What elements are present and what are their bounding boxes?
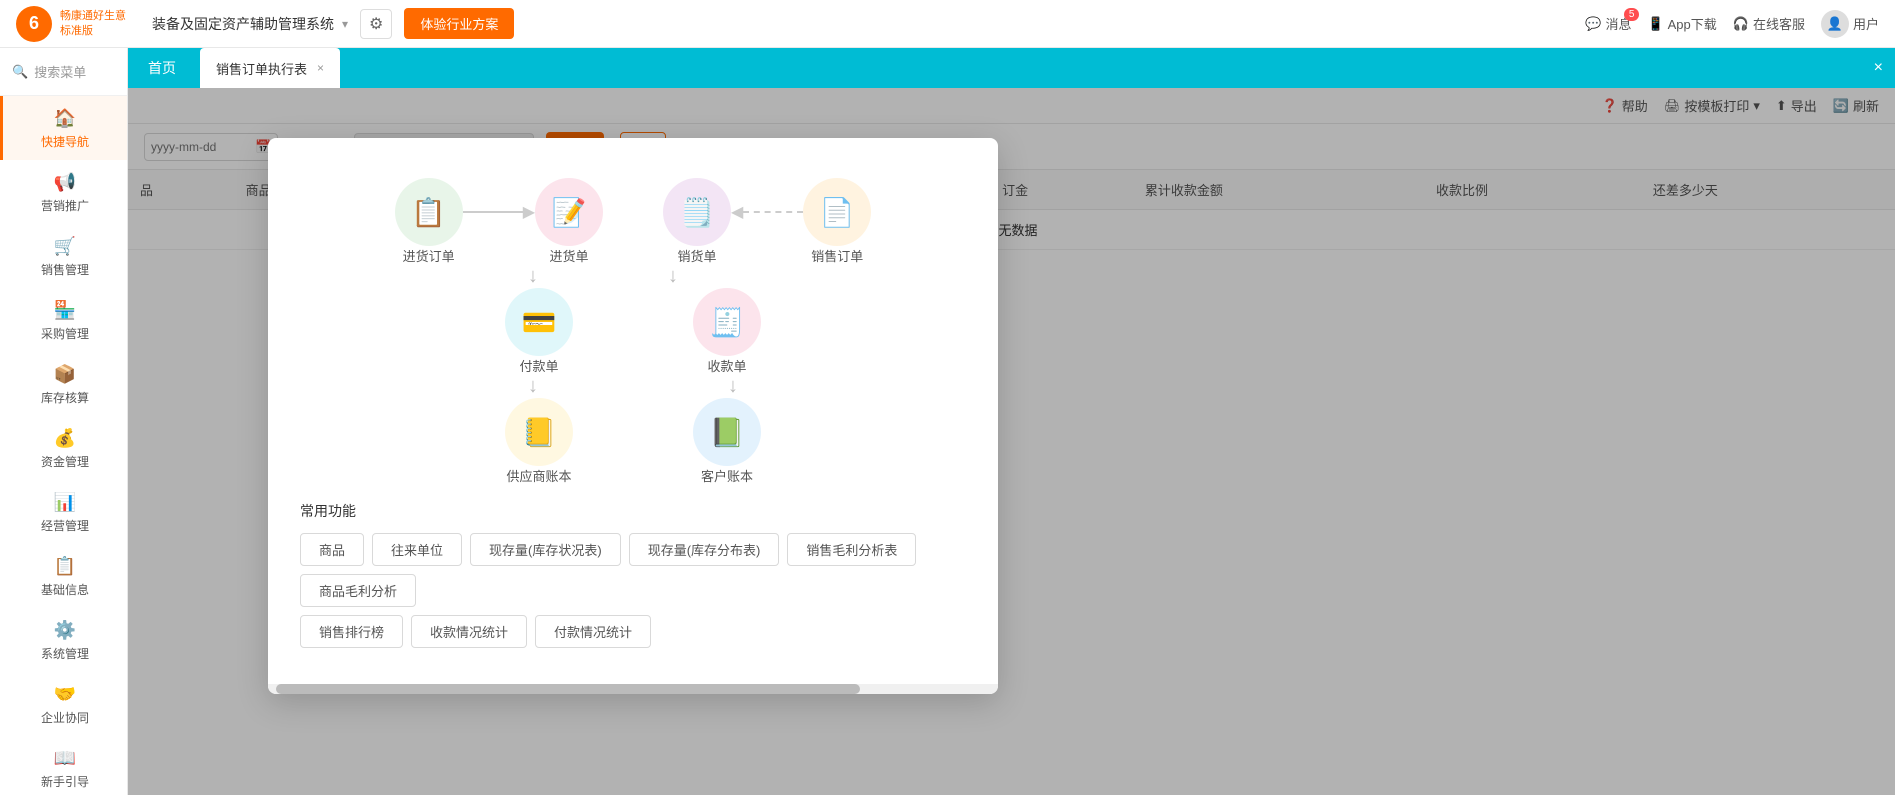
system-icon: ⚙️ <box>54 620 76 641</box>
purchase-bill-label: 进货单 <box>549 246 588 265</box>
sidebar-item-basic-info[interactable]: 📋 基础信息 <box>0 544 127 608</box>
tab-bar-close-btn[interactable]: × <box>1874 59 1883 77</box>
flow-col-sales-order: 📄 销售订单 <box>803 178 871 265</box>
sidebar-item-inventory[interactable]: 📦 库存核算 <box>0 352 127 416</box>
tab-sales-order-label: 销售订单执行表 <box>216 59 307 78</box>
main-area: 🔍 搜索菜单 🏠 快捷导航 📢 营销推广 🛒 销售管理 🏪 采购管理 <box>0 48 1895 795</box>
system-title: 装备及固定资产辅助管理系统 ▾ ⚙ <box>152 9 392 39</box>
common-btn-2[interactable]: 现存量(库存状况表) <box>470 533 621 566</box>
logo-text: 畅康通好生意 标准版 <box>60 9 126 38</box>
sidebar-item-finance[interactable]: 💰 资金管理 <box>0 416 127 480</box>
sales-order-circle[interactable]: 📄 <box>803 178 871 246</box>
search-icon: 🔍 <box>12 64 28 80</box>
home-icon: 🏠 <box>54 108 76 129</box>
purchase-bill-circle[interactable]: 📝 <box>535 178 603 246</box>
tab-close-btn[interactable]: × <box>317 61 324 75</box>
sidebar-item-guide[interactable]: 📖 新手引导 <box>0 736 127 795</box>
customer-account-circle[interactable]: 📗 <box>693 398 761 466</box>
sidebar-item-operations[interactable]: 📊 经营管理 <box>0 480 127 544</box>
sales-order-label: 销售订单 <box>811 246 863 265</box>
content-area: 首页 销售订单执行表 × × ❓ 帮助 � <box>128 48 1895 795</box>
modal-overlay: 📋 进货订单 ▶ 📝 <box>128 88 1895 795</box>
common-btn-1[interactable]: 往来单位 <box>372 533 462 566</box>
basic-info-icon: 📋 <box>54 556 76 577</box>
user-menu-btn[interactable]: 👤 用户 <box>1821 10 1879 38</box>
guide-icon: 📖 <box>54 748 76 769</box>
common-btn-3[interactable]: 现存量(库存分布表) <box>629 533 780 566</box>
flow-col-payment: 💳 付款单 <box>505 288 573 375</box>
flow-col-purchase-order: 📋 进货订单 <box>395 178 463 265</box>
common-btn-7[interactable]: 收款情况统计 <box>411 615 527 648</box>
common-section: 常用功能 商品 往来单位 现存量(库存状况表) 现存量(库存分布表) 销售毛利分… <box>300 501 966 664</box>
system-dropdown-btn[interactable]: ▾ <box>342 17 348 31</box>
sidebar-search[interactable]: 🔍 搜索菜单 <box>0 48 127 96</box>
modal-scrollbar-thumb <box>276 684 860 694</box>
supplier-account-circle[interactable]: 📒 <box>505 398 573 466</box>
sales-icon: 🛒 <box>54 236 76 257</box>
tab-sales-order[interactable]: 销售订单执行表 × <box>200 48 340 88</box>
sidebar: 🔍 搜索菜单 🏠 快捷导航 📢 营销推广 🛒 销售管理 🏪 采购管理 <box>0 48 128 795</box>
common-btns-row2: 销售排行榜 收款情况统计 付款情况统计 <box>300 615 966 648</box>
modal-scrollbar[interactable] <box>268 684 998 694</box>
marketing-icon: 📢 <box>54 172 76 193</box>
search-menu-btn[interactable]: 🔍 搜索菜单 <box>8 58 119 85</box>
tab-bar: 首页 销售订单执行表 × × <box>128 48 1895 88</box>
common-title: 常用功能 <box>300 501 966 521</box>
sidebar-item-enterprise[interactable]: 🤝 企业协同 <box>0 672 127 736</box>
message-btn[interactable]: 💬 消息 5 <box>1585 14 1631 33</box>
common-btns: 商品 往来单位 现存量(库存状况表) 现存量(库存分布表) 销售毛利分析表 商品… <box>300 533 966 607</box>
online-service-btn[interactable]: 🎧 在线客服 <box>1733 14 1805 33</box>
enterprise-icon: 🤝 <box>54 684 76 705</box>
app-download-btn[interactable]: 📱 App下载 <box>1647 14 1716 33</box>
common-btn-8[interactable]: 付款情况统计 <box>535 615 651 648</box>
top-bar: 6 畅康通好生意 标准版 装备及固定资产辅助管理系统 ▾ ⚙ 体验行业方案 💬 … <box>0 0 1895 48</box>
flow-col-purchase-bill: 📝 进货单 <box>535 178 603 265</box>
receipt-label: 收款单 <box>707 356 746 375</box>
common-btn-0[interactable]: 商品 <box>300 533 364 566</box>
finance-icon: 💰 <box>54 428 76 449</box>
payment-label: 付款单 <box>519 356 558 375</box>
top-right-area: 💬 消息 5 📱 App下载 🎧 在线客服 👤 用户 <box>1585 10 1879 38</box>
sidebar-item-marketing[interactable]: 📢 营销推广 <box>0 160 127 224</box>
purchase-order-circle[interactable]: 📋 <box>395 178 463 246</box>
tab-home[interactable]: 首页 <box>128 48 196 88</box>
flow-col-supplier-account: 📒 供应商账本 <box>505 398 573 485</box>
sidebar-item-system[interactable]: ⚙️ 系统管理 <box>0 608 127 672</box>
logo-area: 6 畅康通好生意 标准版 <box>16 6 144 42</box>
app-wrapper: 6 畅康通好生意 标准版 装备及固定资产辅助管理系统 ▾ ⚙ 体验行业方案 💬 … <box>0 0 1895 795</box>
flow-col-sales-bill: 🗒️ 销货单 <box>663 178 731 265</box>
sidebar-item-sales[interactable]: 🛒 销售管理 <box>0 224 127 288</box>
message-icon: 💬 <box>1585 16 1601 32</box>
common-btn-4[interactable]: 销售毛利分析表 <box>787 533 916 566</box>
modal-content: 📋 进货订单 ▶ 📝 <box>268 138 998 684</box>
message-badge: 5 <box>1624 8 1640 21</box>
purchase-order-label: 进货订单 <box>403 246 455 265</box>
operations-icon: 📊 <box>54 492 76 513</box>
sidebar-item-quick-nav[interactable]: 🏠 快捷导航 <box>0 96 127 160</box>
common-btn-6[interactable]: 销售排行榜 <box>300 615 403 648</box>
flow-col-receipt: 🧾 收款单 <box>693 288 761 375</box>
payment-circle[interactable]: 💳 <box>505 288 573 356</box>
settings-gear-btn[interactable]: ⚙ <box>360 9 392 39</box>
modal-box: 📋 进货订单 ▶ 📝 <box>268 138 998 694</box>
logo-icon: 6 <box>16 6 52 42</box>
sidebar-item-purchase[interactable]: 🏪 采购管理 <box>0 288 127 352</box>
common-btn-5[interactable]: 商品毛利分析 <box>300 574 416 607</box>
purchase-icon: 🏪 <box>54 300 76 321</box>
experience-btn[interactable]: 体验行业方案 <box>404 8 514 39</box>
inventory-icon: 📦 <box>54 364 76 385</box>
sales-bill-circle[interactable]: 🗒️ <box>663 178 731 246</box>
supplier-account-label: 供应商账本 <box>506 466 571 485</box>
sales-bill-label: 销货单 <box>677 246 716 265</box>
flow-col-customer-account: 📗 客户账本 <box>693 398 761 485</box>
phone-icon: 📱 <box>1647 16 1663 32</box>
user-avatar: 👤 <box>1821 10 1849 38</box>
headset-icon: 🎧 <box>1733 16 1749 32</box>
system-title-text: 装备及固定资产辅助管理系统 <box>152 14 334 34</box>
receipt-circle[interactable]: 🧾 <box>693 288 761 356</box>
customer-account-label: 客户账本 <box>701 466 753 485</box>
